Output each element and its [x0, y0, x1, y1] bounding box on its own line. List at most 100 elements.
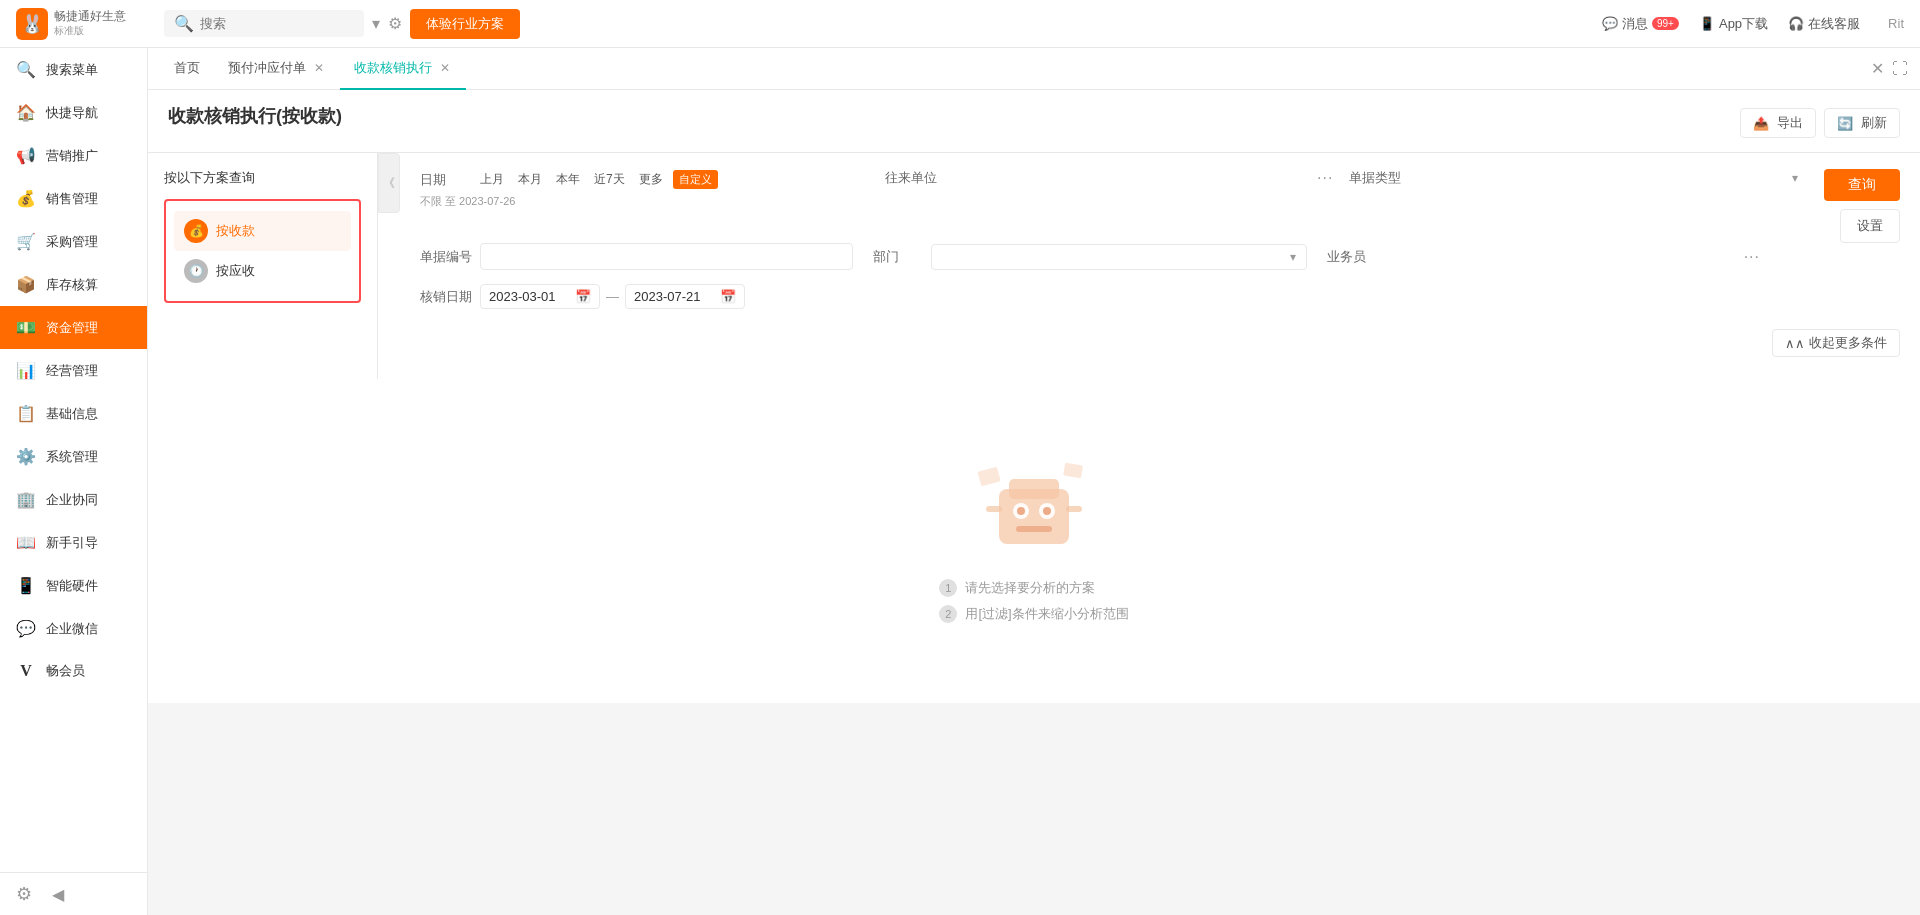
close-window-icon[interactable]: ✕: [1871, 59, 1884, 78]
empty-tips: 1 请先选择要分析的方案 2 用[过滤]条件来缩小分析范围: [939, 579, 1128, 623]
last-month-btn[interactable]: 上月: [476, 169, 508, 190]
sidebar-item-biz[interactable]: 📊 经营管理: [0, 349, 147, 392]
sidebar-settings-icon[interactable]: ⚙: [16, 883, 32, 905]
sidebar-item-guide[interactable]: 📖 新手引导: [0, 521, 147, 564]
sys-mgmt-icon: ⚙️: [16, 447, 36, 466]
tab-bar: 首页 预付冲应付单 ✕ 收款核销执行 ✕ ✕ ⛶: [148, 48, 1920, 90]
more-btn[interactable]: 更多: [635, 169, 667, 190]
search-box[interactable]: 🔍: [164, 10, 364, 37]
marketing-icon: 📢: [16, 146, 36, 165]
logo-text-area: 畅捷通好生意 标准版: [54, 9, 126, 37]
online-service-button[interactable]: 🎧 在线客服: [1788, 15, 1860, 33]
sidebar-item-wechat[interactable]: 💬 企业微信: [0, 607, 147, 650]
tab-collection-exec[interactable]: 收款核销执行 ✕: [340, 48, 466, 90]
industry-solution-button[interactable]: 体验行业方案: [410, 9, 520, 39]
svg-point-5: [1043, 507, 1051, 515]
dept-chevron-icon: ▾: [1290, 250, 1296, 264]
tip-num-2: 2: [939, 605, 957, 623]
more-conditions-label: 收起更多条件: [1809, 334, 1887, 352]
svg-rect-10: [1063, 463, 1083, 479]
sidebar-item-finance[interactable]: 💵 资金管理: [0, 306, 147, 349]
voucher-no-field: 单据编号: [420, 243, 853, 270]
sidebar-item-purchase[interactable]: 🛒 采购管理: [0, 220, 147, 263]
writeoff-date-range: 2023-03-01 📅 — 2023-07-21 📅: [480, 284, 745, 309]
settings-icon[interactable]: ⚙: [388, 14, 402, 33]
empty-illustration: [974, 459, 1094, 559]
topbar-center: 🔍 ▾ ⚙ 体验行业方案: [164, 9, 1602, 39]
tab-home[interactable]: 首页: [160, 48, 214, 90]
download-icon: 📱: [1699, 16, 1715, 31]
filter-option-by-receivable[interactable]: 🕐 按应收: [174, 251, 351, 291]
this-month-btn[interactable]: 本月: [514, 169, 546, 190]
sidebar-item-label: 企业协同: [46, 491, 98, 509]
writeoff-date-start[interactable]: 2023-03-01 📅: [480, 284, 600, 309]
sidebar-item-enterprise[interactable]: 🏢 企业协同: [0, 478, 147, 521]
custom-date-tag[interactable]: 自定义: [673, 170, 718, 189]
page-actions: 📤导出 🔄刷新: [1740, 108, 1900, 138]
sidebar-item-sys-mgmt[interactable]: ⚙️ 系统管理: [0, 435, 147, 478]
purchase-icon: 🛒: [16, 232, 36, 251]
tab-collection-label: 收款核销执行: [354, 59, 432, 77]
counterpart-dots-btn[interactable]: ···: [1317, 169, 1333, 187]
tab-collection-close[interactable]: ✕: [438, 59, 452, 77]
export-button[interactable]: 📤导出: [1740, 108, 1816, 138]
search-menu-icon: 🔍: [16, 60, 36, 79]
tab-prepay-close[interactable]: ✕: [312, 59, 326, 77]
date-label: 日期: [420, 171, 470, 189]
sidebar-item-smart-hw[interactable]: 📱 智能硬件: [0, 564, 147, 607]
sidebar-item-quick-nav[interactable]: 🏠 快捷导航: [0, 91, 147, 134]
search-icon: 🔍: [174, 14, 194, 33]
tab-bar-right: ✕ ⛶: [1871, 59, 1908, 78]
sidebar-item-marketing[interactable]: 📢 营销推广: [0, 134, 147, 177]
search-input[interactable]: [200, 16, 350, 31]
empty-tip-2: 2 用[过滤]条件来缩小分析范围: [939, 605, 1128, 623]
this-year-btn[interactable]: 本年: [552, 169, 584, 190]
page-body: 按以下方案查询 💰 按收款 🕐 按应收 《: [148, 153, 1920, 915]
message-icon: 💬: [1602, 16, 1618, 31]
sidebar-collapse-icon[interactable]: ◀: [52, 885, 64, 904]
dept-select[interactable]: ▾: [931, 244, 1306, 270]
setting-button[interactable]: 设置: [1840, 209, 1900, 243]
topbar-right: 💬 消息 99+ 📱 App下载 🎧 在线客服 Rit: [1602, 15, 1904, 33]
by-receivable-label: 按应收: [216, 262, 255, 280]
maximize-icon[interactable]: ⛶: [1892, 60, 1908, 78]
biz-icon: 📊: [16, 361, 36, 380]
by-receivable-icon: 🕐: [184, 259, 208, 283]
last-7-days-btn[interactable]: 近7天: [590, 169, 629, 190]
refresh-icon: 🔄: [1837, 116, 1853, 131]
sidebar-item-vip[interactable]: V 畅会员: [0, 650, 147, 692]
service-icon: 🎧: [1788, 16, 1804, 31]
tip-num-1: 1: [939, 579, 957, 597]
more-conditions-button[interactable]: ∧∧ 收起更多条件: [1772, 329, 1900, 357]
filter-option-by-receipt[interactable]: 💰 按收款: [174, 211, 351, 251]
online-service-label: 在线客服: [1808, 15, 1860, 33]
refresh-button[interactable]: 🔄刷新: [1824, 108, 1900, 138]
filter-panel-title: 按以下方案查询: [164, 169, 361, 187]
writeoff-date-end[interactable]: 2023-07-21 📅: [625, 284, 745, 309]
sidebar-item-label: 资金管理: [46, 319, 98, 337]
staff-dots-btn[interactable]: ···: [1744, 248, 1760, 266]
sidebar-item-basic-info[interactable]: 📋 基础信息: [0, 392, 147, 435]
svg-rect-6: [1016, 526, 1052, 532]
messages-button[interactable]: 💬 消息 99+: [1602, 15, 1679, 33]
user-name[interactable]: Rit: [1888, 16, 1904, 31]
tab-home-label: 首页: [174, 59, 200, 77]
counterpart-label: 往来单位: [885, 169, 937, 187]
sidebar: 🔍 搜索菜单 🏠 快捷导航 📢 营销推广 💰 销售管理 🛒 采购管理 📦 库存核…: [0, 48, 148, 915]
sidebar-item-inventory[interactable]: 📦 库存核算: [0, 263, 147, 306]
tab-prepay-orders[interactable]: 预付冲应付单 ✕: [214, 48, 340, 90]
dropdown-icon[interactable]: ▾: [372, 14, 380, 33]
empty-robot-svg: [974, 459, 1094, 559]
app-badge: 标准版: [54, 24, 126, 38]
query-button[interactable]: 查询: [1824, 169, 1900, 201]
app-download-button[interactable]: 📱 App下载: [1699, 15, 1768, 33]
filter-collapse-button[interactable]: 《: [378, 153, 400, 213]
date-separator: —: [606, 289, 619, 304]
voucher-no-input[interactable]: [480, 243, 853, 270]
sidebar-item-search-menu[interactable]: 🔍 搜索菜单: [0, 48, 147, 91]
sidebar-item-sales[interactable]: 💰 销售管理: [0, 177, 147, 220]
tip-text-1: 请先选择要分析的方案: [965, 579, 1095, 597]
writeoff-date-field: 核销日期 2023-03-01 📅 — 2023-07-21 📅: [420, 284, 1900, 309]
voucher-type-chevron[interactable]: ▾: [1792, 171, 1798, 185]
logo-area: 🐰 畅捷通好生意 标准版: [16, 8, 164, 40]
